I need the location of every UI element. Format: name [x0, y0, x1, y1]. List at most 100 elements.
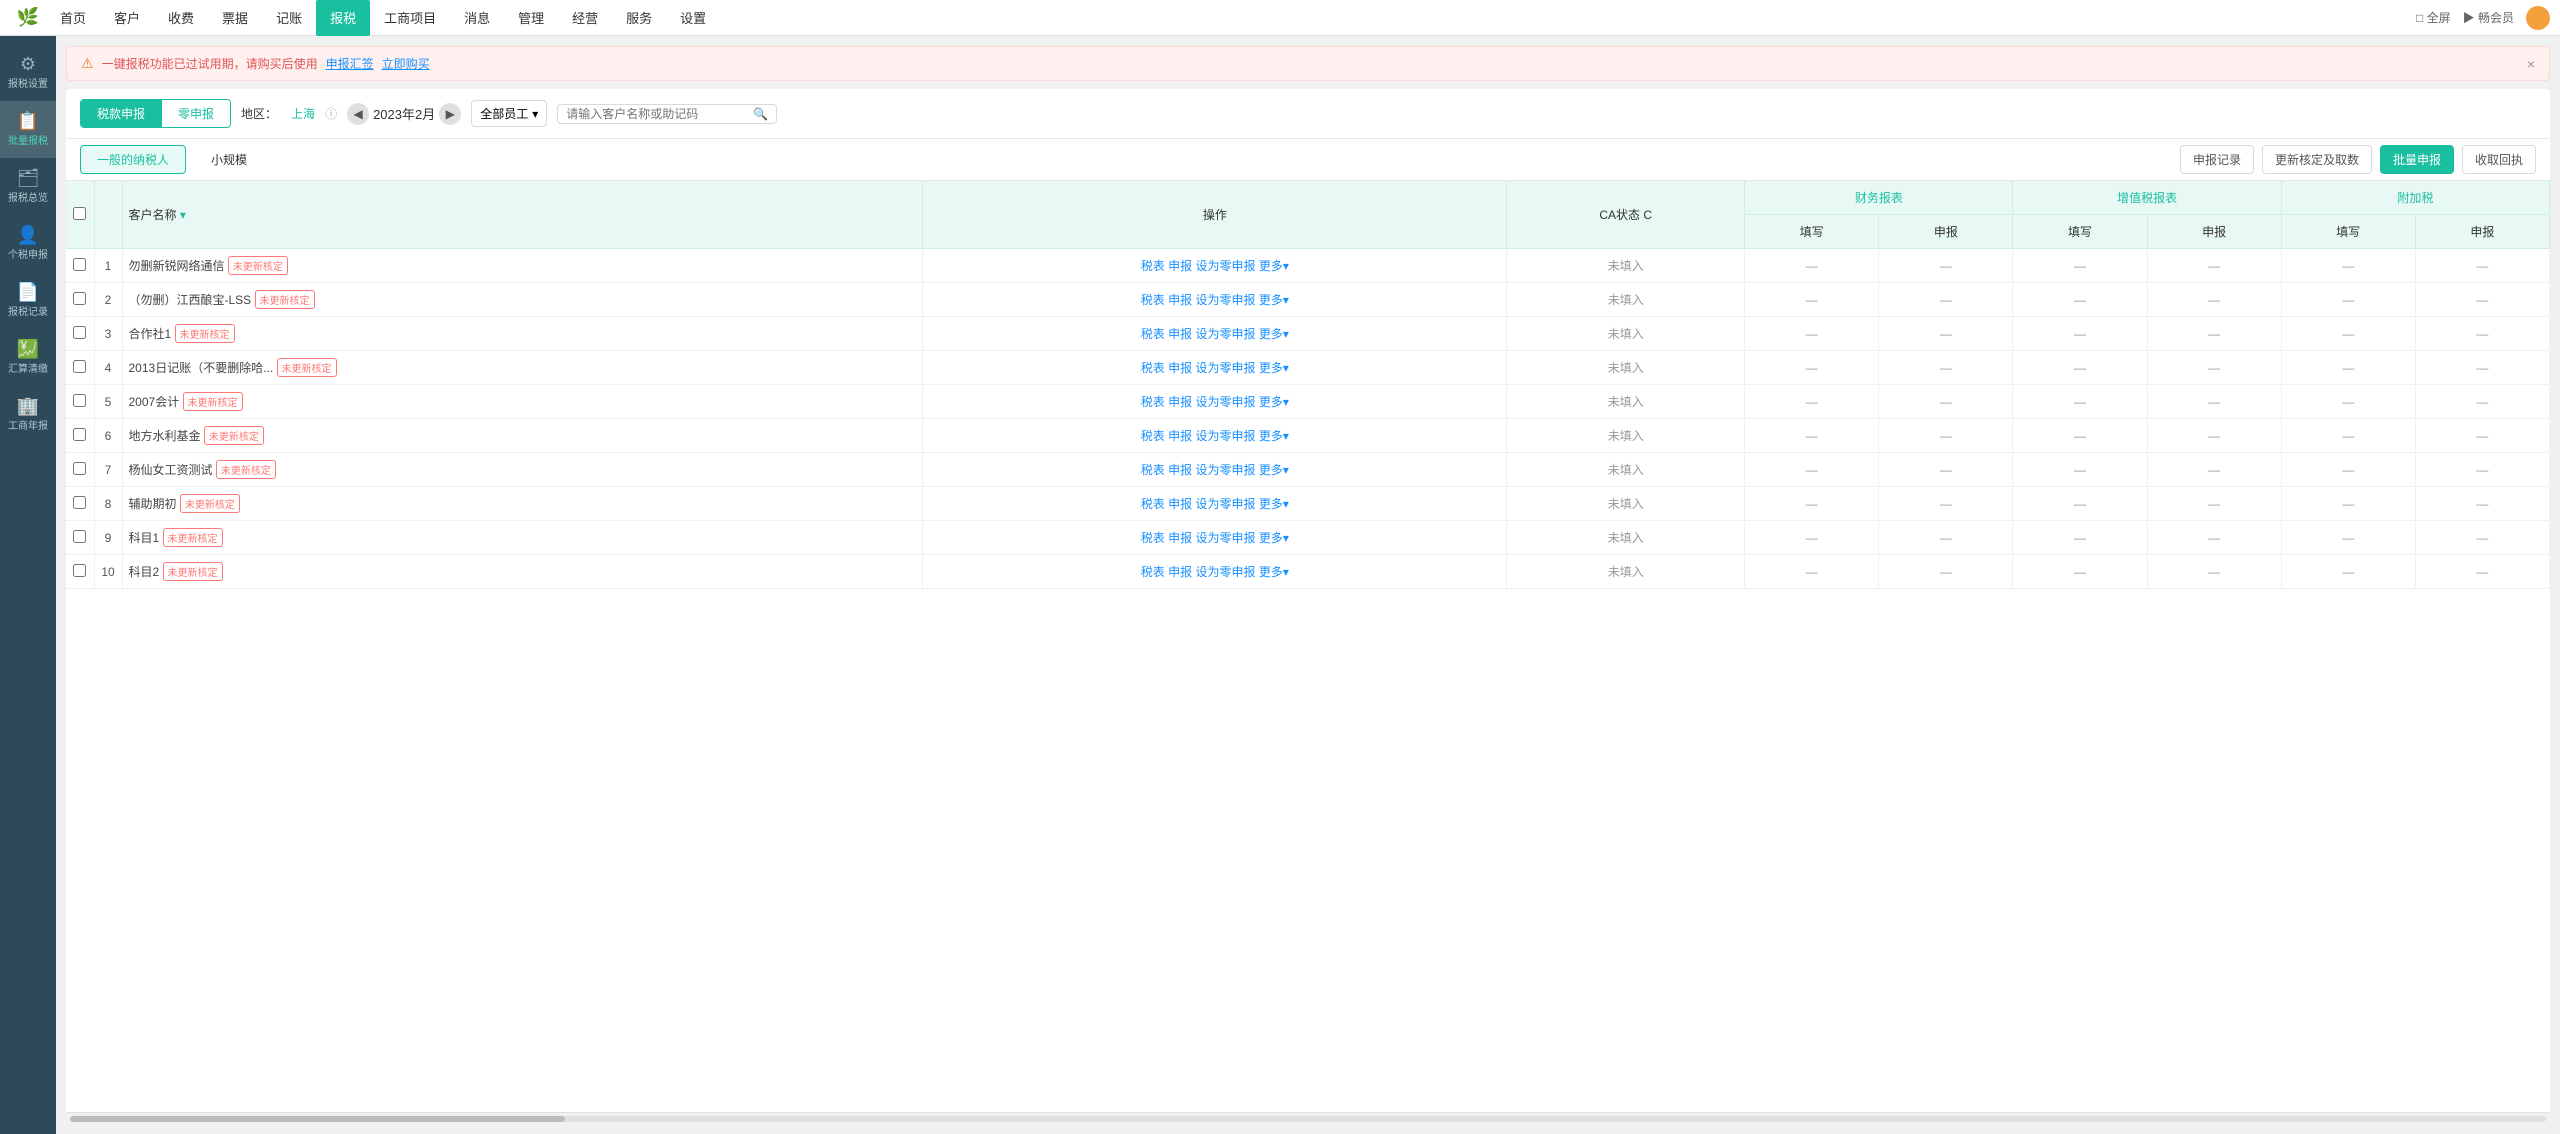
- op-more-button[interactable]: 更多▾: [1259, 259, 1289, 273]
- op-tax-form-button[interactable]: 税表: [1141, 429, 1165, 443]
- sidebar-item-annual-settlement[interactable]: 💹 汇算清缴: [0, 329, 56, 386]
- nav-tax[interactable]: 报税: [316, 0, 370, 36]
- row-checkbox[interactable]: [73, 326, 86, 339]
- op-apply-button[interactable]: 申报: [1168, 395, 1192, 409]
- banner-link-buy[interactable]: 立即购买: [382, 55, 430, 72]
- op-apply-button[interactable]: 申报: [1168, 531, 1192, 545]
- nav-messages[interactable]: 消息: [450, 0, 504, 36]
- op-tax-form-button[interactable]: 税表: [1141, 395, 1165, 409]
- unset-badge[interactable]: 未更新核定: [204, 426, 264, 445]
- op-apply-button[interactable]: 申报: [1168, 429, 1192, 443]
- op-more-button[interactable]: 更多▾: [1259, 327, 1289, 341]
- nav-billing[interactable]: 收费: [154, 0, 208, 36]
- op-tax-form-button[interactable]: 税表: [1141, 463, 1165, 477]
- op-zero-apply-button[interactable]: 设为零申报: [1196, 361, 1256, 375]
- row-checkbox[interactable]: [73, 292, 86, 305]
- op-apply-button[interactable]: 申报: [1168, 361, 1192, 375]
- get-back-button[interactable]: 收取回执: [2462, 145, 2536, 174]
- apply-record-button[interactable]: 申报记录: [2180, 145, 2254, 174]
- op-zero-apply-button[interactable]: 设为零申报: [1196, 429, 1256, 443]
- info-icon[interactable]: ⓘ: [325, 105, 337, 122]
- nav-service[interactable]: 服务: [612, 0, 666, 36]
- department-select[interactable]: 全部员工 ▾: [471, 100, 547, 127]
- op-more-button[interactable]: 更多▾: [1259, 293, 1289, 307]
- unset-badge[interactable]: 未更新核定: [183, 392, 243, 411]
- unset-badge[interactable]: 未更新核定: [255, 290, 315, 309]
- op-tax-form-button[interactable]: 税表: [1141, 361, 1165, 375]
- sidebar-item-batch-tax[interactable]: 📋 批量报税: [0, 101, 56, 158]
- op-more-button[interactable]: 更多▾: [1259, 361, 1289, 375]
- op-zero-apply-button[interactable]: 设为零申报: [1196, 395, 1256, 409]
- op-tax-form-button[interactable]: 税表: [1141, 293, 1165, 307]
- search-icon[interactable]: 🔍: [753, 107, 768, 121]
- search-input[interactable]: [566, 107, 749, 121]
- nav-bookkeeping[interactable]: 记账: [262, 0, 316, 36]
- tab-zero-declaration[interactable]: 零申报: [162, 100, 230, 127]
- sub-tab-small[interactable]: 小规模: [194, 145, 264, 174]
- nav-invoice[interactable]: 票据: [208, 0, 262, 36]
- scrollbar-area[interactable]: [66, 1112, 2550, 1124]
- op-tax-form-button[interactable]: 税表: [1141, 531, 1165, 545]
- sidebar-item-business-annual[interactable]: 🏢 工商年报: [0, 386, 56, 443]
- op-more-button[interactable]: 更多▾: [1259, 565, 1289, 579]
- unset-badge[interactable]: 未更新核定: [180, 494, 240, 513]
- sidebar-item-tax-settings[interactable]: ⚙ 报税设置: [0, 44, 56, 101]
- member-button[interactable]: ▶ 畅会员: [2463, 9, 2514, 26]
- nav-home[interactable]: 首页: [46, 0, 100, 36]
- unset-badge[interactable]: 未更新核定: [216, 460, 276, 479]
- op-tax-form-button[interactable]: 税表: [1141, 497, 1165, 511]
- op-more-button[interactable]: 更多▾: [1259, 531, 1289, 545]
- nav-operation[interactable]: 经营: [558, 0, 612, 36]
- op-zero-apply-button[interactable]: 设为零申报: [1196, 463, 1256, 477]
- op-apply-button[interactable]: 申报: [1168, 565, 1192, 579]
- sidebar-item-personal-tax[interactable]: 👤 个税申报: [0, 215, 56, 272]
- nav-business[interactable]: 工商项目: [370, 0, 450, 36]
- row-checkbox[interactable]: [73, 564, 86, 577]
- row-checkbox[interactable]: [73, 462, 86, 475]
- nav-manage[interactable]: 管理: [504, 0, 558, 36]
- name-sort-icon[interactable]: ▾: [180, 208, 186, 222]
- nav-settings[interactable]: 设置: [666, 0, 720, 36]
- banner-link-report[interactable]: 申报汇签: [326, 55, 374, 72]
- unset-badge[interactable]: 未更新核定: [277, 358, 337, 377]
- batch-apply-button[interactable]: 批量申报: [2380, 145, 2454, 174]
- row-checkbox[interactable]: [73, 496, 86, 509]
- row-checkbox[interactable]: [73, 258, 86, 271]
- op-zero-apply-button[interactable]: 设为零申报: [1196, 531, 1256, 545]
- op-zero-apply-button[interactable]: 设为零申报: [1196, 293, 1256, 307]
- fullscreen-button[interactable]: □ 全屏: [2416, 9, 2451, 26]
- banner-close-button[interactable]: ×: [2527, 56, 2535, 72]
- unset-badge[interactable]: 未更新核定: [163, 528, 223, 547]
- row-checkbox[interactable]: [73, 530, 86, 543]
- op-zero-apply-button[interactable]: 设为零申报: [1196, 565, 1256, 579]
- op-zero-apply-button[interactable]: 设为零申报: [1196, 327, 1256, 341]
- op-zero-apply-button[interactable]: 设为零申报: [1196, 497, 1256, 511]
- op-tax-form-button[interactable]: 税表: [1141, 259, 1165, 273]
- op-apply-button[interactable]: 申报: [1168, 327, 1192, 341]
- tab-tax-declaration[interactable]: 税款申报: [81, 100, 162, 127]
- sidebar-item-tax-record[interactable]: 📄 报税记录: [0, 272, 56, 329]
- date-next-button[interactable]: ▶: [439, 103, 461, 125]
- row-checkbox[interactable]: [73, 428, 86, 441]
- nav-customer[interactable]: 客户: [100, 0, 154, 36]
- op-apply-button[interactable]: 申报: [1168, 259, 1192, 273]
- op-more-button[interactable]: 更多▾: [1259, 429, 1289, 443]
- sidebar-item-tax-overview[interactable]: 🗂 报税总览: [0, 158, 56, 215]
- update-check-button[interactable]: 更新核定及取数: [2262, 145, 2372, 174]
- op-tax-form-button[interactable]: 税表: [1141, 327, 1165, 341]
- select-all-checkbox[interactable]: [73, 207, 86, 220]
- op-more-button[interactable]: 更多▾: [1259, 463, 1289, 477]
- unset-badge[interactable]: 未更新核定: [163, 562, 223, 581]
- op-zero-apply-button[interactable]: 设为零申报: [1196, 259, 1256, 273]
- op-apply-button[interactable]: 申报: [1168, 463, 1192, 477]
- user-avatar[interactable]: [2526, 6, 2550, 30]
- row-checkbox[interactable]: [73, 360, 86, 373]
- op-apply-button[interactable]: 申报: [1168, 293, 1192, 307]
- op-apply-button[interactable]: 申报: [1168, 497, 1192, 511]
- op-more-button[interactable]: 更多▾: [1259, 497, 1289, 511]
- sub-tab-general[interactable]: 一般的纳税人: [80, 145, 186, 174]
- row-checkbox[interactable]: [73, 394, 86, 407]
- unset-badge[interactable]: 未更新核定: [228, 256, 288, 275]
- date-prev-button[interactable]: ◀: [347, 103, 369, 125]
- op-tax-form-button[interactable]: 税表: [1141, 565, 1165, 579]
